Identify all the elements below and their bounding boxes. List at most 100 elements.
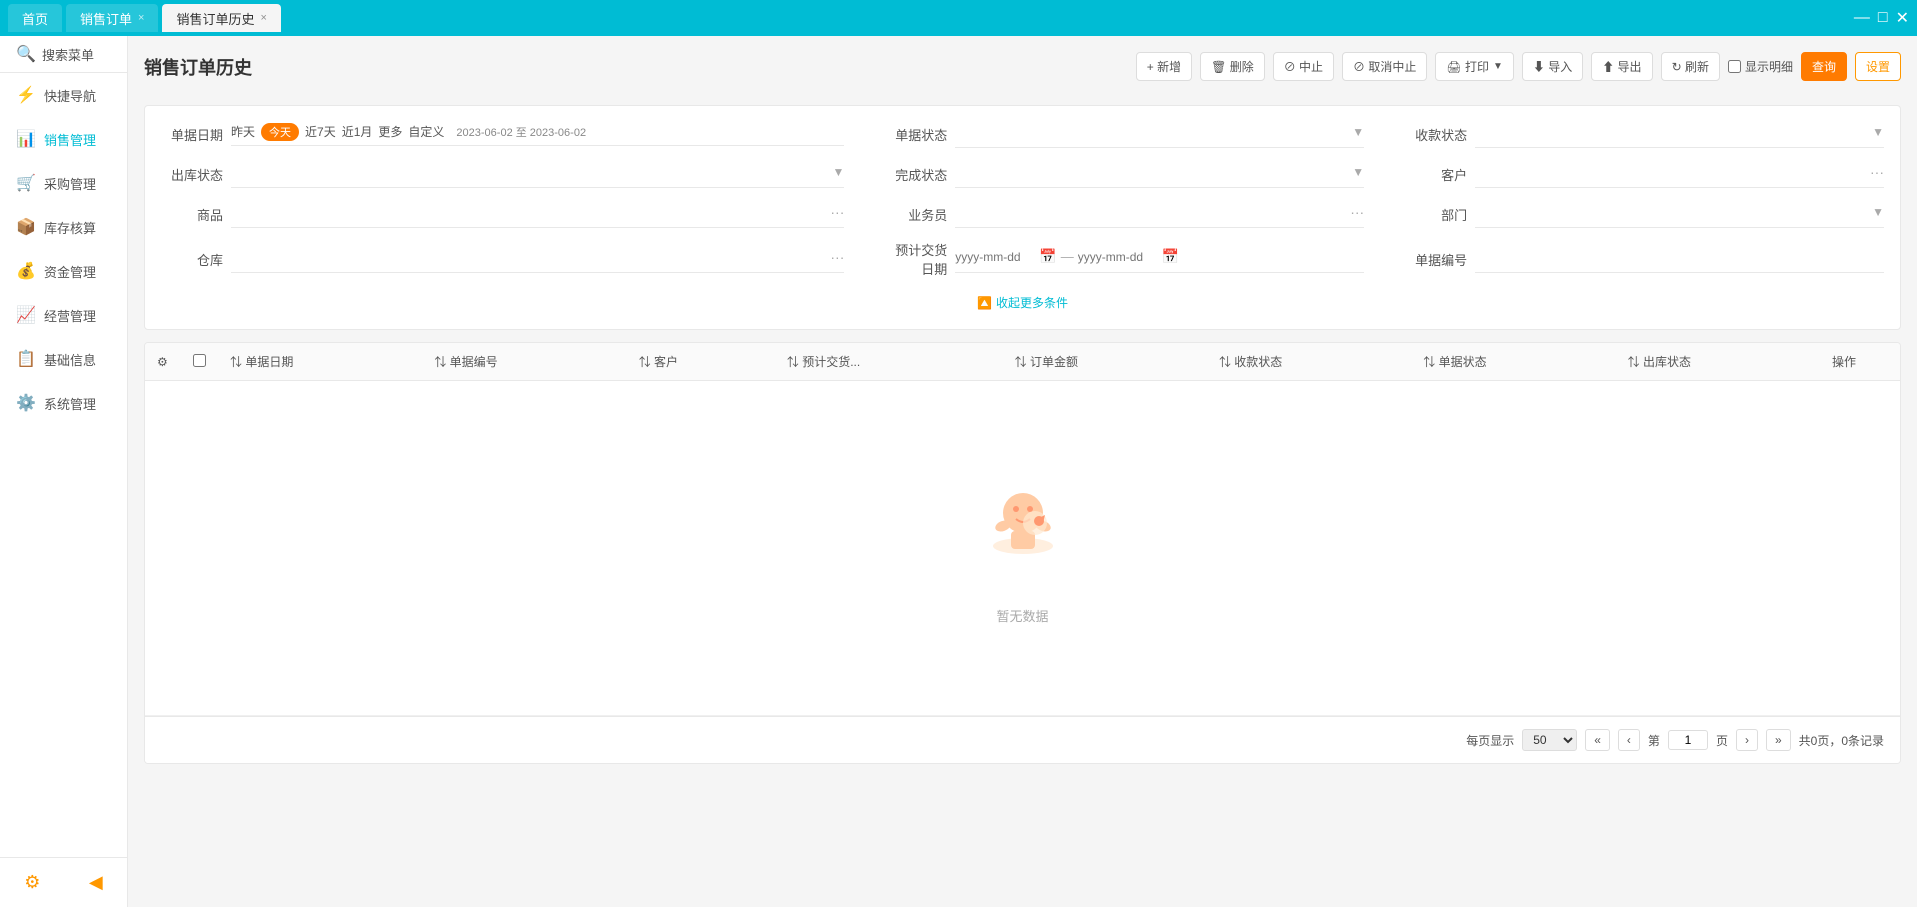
product-label: 商品: [161, 205, 231, 224]
content-area: 销售订单历史 + 新增 🗑 删除 ⊘ 中止 ⊘ 取消中止 🖨 打印 ▼ ⬇ 导入…: [128, 36, 1917, 907]
print-button[interactable]: 🖨 打印 ▼: [1435, 52, 1513, 81]
last-page-btn[interactable]: »: [1766, 729, 1791, 751]
main-layout: 🔍 搜索菜单 ⚡ 快捷导航 📊 销售管理 🛒 采购管理 📦 库存核算 💰 资金管…: [0, 36, 1917, 907]
display-detail-checkbox[interactable]: [1728, 60, 1741, 73]
tab-sales-order-history[interactable]: 销售订单历史 ×: [162, 4, 280, 32]
table-body: 暂无数据: [145, 381, 1900, 716]
date-option-more[interactable]: 更多: [378, 123, 402, 140]
import-button[interactable]: ⬇ 导入: [1522, 52, 1583, 81]
tab-sales-order-close[interactable]: ×: [138, 12, 144, 24]
sidebar-item-search-menu[interactable]: 🔍 搜索菜单: [0, 36, 127, 73]
collapse-filter-bar[interactable]: 🔼 收起更多条件: [161, 290, 1884, 315]
warehouse-dots: ···: [830, 249, 844, 265]
tab-sales-order[interactable]: 销售订单 ×: [66, 4, 158, 32]
col-number[interactable]: ⇅ 单据编号: [422, 343, 626, 381]
page-size-select[interactable]: 20 50 100: [1522, 729, 1577, 751]
col-order-status[interactable]: ⇅ 单据状态: [1411, 343, 1615, 381]
first-page-btn[interactable]: «: [1585, 729, 1610, 751]
date-option-custom[interactable]: 自定义: [408, 123, 444, 140]
next-page-btn[interactable]: ›: [1736, 729, 1758, 751]
col-amount[interactable]: ⇅ 订单金额: [1003, 343, 1207, 381]
page-header: 销售订单历史 + 新增 🗑 删除 ⊘ 中止 ⊘ 取消中止 🖨 打印 ▼ ⬇ 导入…: [144, 52, 1901, 93]
export-button[interactable]: ⬆ 导出: [1591, 52, 1652, 81]
new-button[interactable]: + 新增: [1136, 52, 1192, 81]
delivery-date-from[interactable]: [955, 250, 1035, 264]
calendar-to-icon[interactable]: 📅: [1162, 248, 1179, 265]
delete-button[interactable]: 🗑 删除: [1200, 52, 1265, 81]
salesperson-value[interactable]: ···: [955, 200, 1364, 228]
tab-home[interactable]: 首页: [8, 4, 62, 32]
window-max-btn[interactable]: □: [1878, 9, 1888, 27]
select-all-checkbox[interactable]: [193, 354, 206, 367]
sidebar-item-sales[interactable]: 📊 销售管理: [0, 117, 127, 161]
sidebar-item-inventory[interactable]: 📦 库存核算: [0, 205, 127, 249]
prev-page-btn[interactable]: ‹: [1618, 729, 1640, 751]
sidebar-operations-label: 经营管理: [44, 306, 96, 325]
collapse-sidebar-icon[interactable]: ◀: [83, 866, 109, 899]
col-settings[interactable]: ⚙: [145, 343, 181, 381]
jump-prefix: 第: [1648, 732, 1660, 749]
empty-text: 暂无数据: [996, 606, 1048, 625]
outbound-arrow: ▼: [832, 165, 844, 179]
collapse-up-icon: 🔼: [977, 296, 992, 310]
date-option-1month[interactable]: 近1月: [342, 123, 373, 140]
sidebar-item-search-label: 搜索菜单: [42, 45, 94, 64]
outbound-value[interactable]: ▼: [231, 160, 844, 188]
stop-button[interactable]: ⊘ 中止: [1273, 52, 1334, 81]
col-payment-label: ⇅ 收款状态: [1219, 355, 1282, 369]
col-checkbox[interactable]: [181, 343, 218, 381]
sidebar-item-quick-nav[interactable]: ⚡ 快捷导航: [0, 73, 127, 117]
col-number-label: ⇅ 单据编号: [434, 355, 497, 369]
col-payment-status[interactable]: ⇅ 收款状态: [1207, 343, 1411, 381]
basic-info-icon: 📋: [16, 349, 36, 369]
order-status-arrow: ▼: [1352, 125, 1364, 139]
display-detail-label[interactable]: 显示明细: [1728, 58, 1793, 75]
sidebar-item-system[interactable]: ⚙️ 系统管理: [0, 381, 127, 425]
col-date[interactable]: ⇅ 单据日期: [218, 343, 422, 381]
order-number-value[interactable]: [1475, 245, 1884, 273]
filter-row-4: 仓库 ··· 预计交货日期 📅 — 📅 单据编号: [161, 240, 1884, 278]
col-customer[interactable]: ⇅ 客户: [627, 343, 775, 381]
sidebar-quick-nav-label: 快捷导航: [44, 86, 96, 105]
delivery-date-to[interactable]: [1078, 250, 1158, 264]
settings-button[interactable]: 设置: [1855, 52, 1901, 81]
sidebar-item-operations[interactable]: 📈 经营管理: [0, 293, 127, 337]
window-close-btn[interactable]: ✕: [1896, 8, 1909, 28]
completion-arrow: ▼: [1352, 165, 1364, 179]
cancel-stop-button[interactable]: ⊘ 取消中止: [1342, 52, 1427, 81]
page-unit: 页: [1716, 732, 1728, 749]
settings-bottom-icon[interactable]: ⚙: [18, 866, 46, 899]
sidebar-item-basic-info[interactable]: 📋 基础信息: [0, 337, 127, 381]
page-input[interactable]: 1: [1668, 730, 1708, 750]
top-bar: 首页 销售订单 × 销售订单历史 × — □ ✕: [0, 0, 1917, 36]
quick-nav-icon: ⚡: [16, 85, 36, 105]
query-button[interactable]: 查询: [1801, 52, 1847, 81]
delivery-date-label: 预计交货日期: [885, 240, 955, 278]
col-outbound-status[interactable]: ⇅ 出库状态: [1616, 343, 1820, 381]
sidebar-bottom: ⚙ ◀: [0, 857, 127, 907]
payment-status-value[interactable]: ▼: [1475, 120, 1884, 148]
payment-status-arrow: ▼: [1872, 125, 1884, 139]
window-min-btn[interactable]: —: [1854, 9, 1870, 27]
date-option-yesterday[interactable]: 昨天: [231, 123, 255, 140]
customer-dots: ···: [1870, 164, 1884, 180]
customer-label: 客户: [1405, 165, 1475, 184]
department-value[interactable]: ▼: [1475, 200, 1884, 228]
sidebar: 🔍 搜索菜单 ⚡ 快捷导航 📊 销售管理 🛒 采购管理 📦 库存核算 💰 资金管…: [0, 36, 128, 907]
product-value[interactable]: ···: [231, 200, 844, 228]
order-status-value[interactable]: ▼: [955, 120, 1364, 148]
sidebar-item-purchase[interactable]: 🛒 采购管理: [0, 161, 127, 205]
refresh-button[interactable]: ↻ 刷新: [1661, 52, 1720, 81]
tab-home-label: 首页: [22, 9, 48, 28]
print-dropdown-icon[interactable]: ▼: [1493, 61, 1503, 72]
warehouse-value[interactable]: ···: [231, 245, 844, 273]
tab-sales-order-history-close[interactable]: ×: [260, 12, 266, 24]
customer-value[interactable]: ···: [1475, 160, 1884, 188]
completion-value[interactable]: ▼: [955, 160, 1364, 188]
date-option-7days[interactable]: 近7天: [305, 123, 336, 140]
sidebar-item-finance[interactable]: 💰 资金管理: [0, 249, 127, 293]
col-expected-delivery[interactable]: ⇅ 预计交货...: [775, 343, 1003, 381]
calendar-from-icon[interactable]: 📅: [1039, 248, 1056, 265]
sidebar-purchase-label: 采购管理: [44, 174, 96, 193]
date-option-today[interactable]: 今天: [261, 123, 299, 141]
